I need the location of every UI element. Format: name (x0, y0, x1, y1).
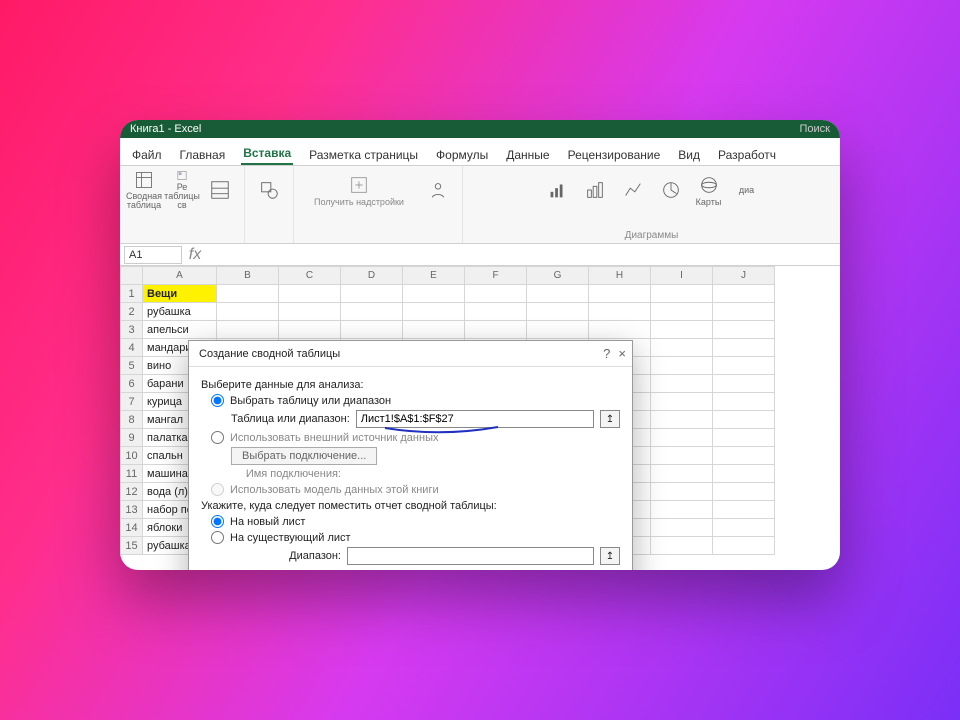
search-hint[interactable]: Поиск (800, 123, 830, 135)
pivot-dialog: Создание сводной таблицы ? × Выберите да… (188, 340, 633, 570)
app-title: Книга1 - Excel (130, 123, 201, 135)
radio-data-model (211, 483, 224, 496)
name-box[interactable] (124, 246, 182, 264)
radio-new-sheet-label: На новый лист (230, 516, 305, 528)
ribbon-group-tables: Сводная таблица Ре таблицы св (120, 166, 245, 243)
formula-bar: fx (120, 244, 840, 266)
shapes-icon (258, 179, 280, 201)
excel-window: Книга1 - Excel Поиск Файл Главная Вставк… (120, 120, 840, 570)
radio-new-sheet[interactable] (211, 515, 224, 528)
table-row[interactable]: 2рубашка (121, 303, 775, 321)
tab-review[interactable]: Рецензирование (566, 144, 663, 165)
fx-icon[interactable]: fx (186, 246, 204, 264)
section-multi-label: Укажите, следует ли проанализировать нес… (201, 569, 620, 570)
pivot-chart-button[interactable]: диа (733, 170, 761, 210)
tab-formulas[interactable]: Формулы (434, 144, 490, 165)
dialog-body: Выберите данные для анализа: Выбрать таб… (189, 367, 632, 570)
people-graph-button[interactable] (424, 170, 452, 210)
close-button[interactable]: × (618, 346, 626, 361)
recommended-charts-button[interactable] (543, 170, 571, 210)
range-input[interactable] (356, 410, 594, 428)
pivot-table-icon (133, 170, 155, 190)
tab-view[interactable]: Вид (676, 144, 702, 165)
tab-insert[interactable]: Вставка (241, 142, 293, 165)
ribbon-group-addins: Получить надстройки (294, 166, 463, 243)
table-icon (209, 179, 231, 201)
pie-chart-icon (660, 179, 682, 201)
dialog-titlebar: Создание сводной таблицы ? × (189, 341, 632, 367)
range-field-label: Таблица или диапазон: (231, 413, 350, 425)
tab-home[interactable]: Главная (178, 144, 228, 165)
recommended-pivot-icon (171, 170, 193, 181)
shapes-button[interactable] (255, 170, 283, 210)
radio-data-model-label: Использовать модель данных этой книги (230, 484, 439, 496)
tab-data[interactable]: Данные (504, 144, 551, 165)
radio-select-range-label: Выбрать таблицу или диапазон (230, 395, 391, 407)
help-button[interactable]: ? (603, 346, 610, 361)
pivot-table-button[interactable]: Сводная таблица (130, 170, 158, 210)
line-chart-button[interactable] (619, 170, 647, 210)
get-addins-button[interactable]: Получить надстройки (304, 170, 414, 210)
titlebar: Книга1 - Excel Поиск (120, 120, 840, 138)
bar-chart-button[interactable] (581, 170, 609, 210)
globe-icon (698, 174, 720, 196)
charts-group-label: Диаграммы (625, 230, 679, 241)
table-row[interactable]: 1Вещи (121, 285, 775, 303)
people-icon (427, 179, 449, 201)
radio-external-source[interactable] (211, 431, 224, 444)
bar-chart-icon (584, 179, 606, 201)
ribbon-group-illustr (245, 166, 294, 243)
worksheet[interactable]: ABCDEFGHIJ1Вещи2рубашка3апельси4мандари5… (120, 266, 840, 570)
tab-layout[interactable]: Разметка страницы (307, 144, 420, 165)
connection-name-label: Имя подключения: (231, 468, 341, 480)
ribbon: Сводная таблица Ре таблицы св (120, 166, 840, 244)
dest-range-label: Диапазон: (231, 550, 341, 562)
dialog-title: Создание сводной таблицы (199, 348, 340, 360)
addins-icon (348, 174, 370, 196)
chart-icon (546, 179, 568, 201)
radio-select-range[interactable] (211, 394, 224, 407)
radio-existing-sheet-label: На существующий лист (230, 532, 351, 544)
recommended-pivot-button[interactable]: Ре таблицы св (168, 170, 196, 210)
maps-button[interactable]: Карты (695, 170, 723, 210)
dest-range-picker-button[interactable]: ↥ (600, 547, 620, 565)
section-source-label: Выберите данные для анализа: (201, 379, 620, 391)
pie-chart-button[interactable] (657, 170, 685, 210)
tab-file[interactable]: Файл (130, 144, 164, 165)
dest-range-input[interactable] (347, 547, 594, 565)
ribbon-group-charts: Карты диа Диаграммы (463, 166, 840, 243)
line-chart-icon (622, 179, 644, 201)
radio-external-label: Использовать внешний источник данных (230, 432, 438, 444)
choose-connection-button: Выбрать подключение... (231, 447, 377, 465)
section-dest-label: Укажите, куда следует поместить отчет св… (201, 500, 620, 512)
tab-dev[interactable]: Разработч (716, 144, 778, 165)
radio-existing-sheet[interactable] (211, 531, 224, 544)
table-button[interactable] (206, 170, 234, 210)
ribbon-tabs: Файл Главная Вставка Разметка страницы Ф… (120, 138, 840, 166)
table-row[interactable]: 3апельси (121, 321, 775, 339)
range-picker-button[interactable]: ↥ (600, 410, 620, 428)
